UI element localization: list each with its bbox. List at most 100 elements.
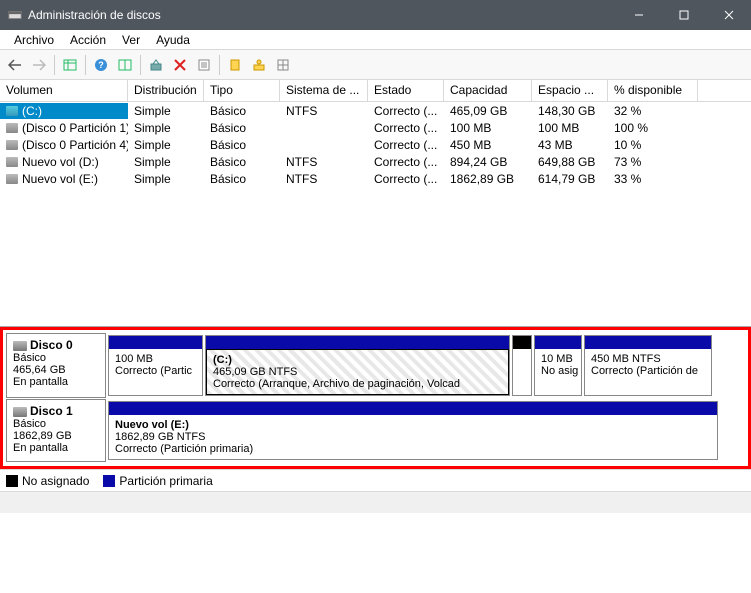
disk-icon [13,407,27,417]
partition-header [535,336,581,349]
cell-cap: 100 MB [444,120,532,136]
view-button[interactable] [59,54,81,76]
mount-button[interactable] [248,54,270,76]
back-button[interactable] [4,54,26,76]
statusbar [0,491,751,513]
col-layout[interactable]: Distribución [128,80,204,101]
cell-type: Básico [204,103,280,119]
cell-name: (Disco 0 Partición 4) [0,137,128,153]
col-pct[interactable]: % disponible [608,80,698,101]
legend: No asignado Partición primaria [0,469,751,491]
col-free[interactable]: Espacio ... [532,80,608,101]
volume-row[interactable]: (Disco 0 Partición 4)SimpleBásicoCorrect… [0,136,751,153]
close-button[interactable] [706,0,751,30]
cell-type: Básico [204,171,280,187]
cell-status: Correcto (... [368,171,444,187]
partition[interactable]: 450 MB NTFSCorrecto (Partición de [584,335,712,396]
partition[interactable]: Nuevo vol (E:)1862,89 GB NTFSCorrecto (P… [108,401,718,460]
refresh-button[interactable] [272,54,294,76]
minimize-button[interactable] [616,0,661,30]
menu-file[interactable]: Archivo [6,31,62,49]
partition-container: Nuevo vol (E:)1862,89 GB NTFSCorrecto (P… [106,399,745,462]
cell-pct: 33 % [608,171,698,187]
partition-header [206,336,509,349]
menu-action[interactable]: Acción [62,31,114,49]
volume-icon [6,106,18,116]
volume-row[interactable]: (C:)SimpleBásicoNTFSCorrecto (...465,09 … [0,102,751,119]
volume-icon [6,157,18,167]
cell-status: Correcto (... [368,120,444,136]
col-fs[interactable]: Sistema de ... [280,80,368,101]
partition[interactable] [512,335,532,396]
cell-name: Nuevo vol (E:) [0,171,128,187]
col-capacity[interactable]: Capacidad [444,80,532,101]
disk-label[interactable]: Disco 0Básico465,64 GBEn pantalla [6,333,106,398]
partition[interactable]: 100 MBCorrecto (Partic [108,335,203,396]
cell-fs: NTFS [280,103,368,119]
legend-unallocated: No asignado [6,474,89,488]
cell-fs [280,144,368,146]
partition-header [513,336,531,349]
cell-pct: 100 % [608,120,698,136]
toolbar: ? [0,50,751,80]
help-button[interactable]: ? [90,54,112,76]
cell-pct: 32 % [608,103,698,119]
col-type[interactable]: Tipo [204,80,280,101]
cell-free: 100 MB [532,120,608,136]
settings-button[interactable] [145,54,167,76]
cell-cap: 894,24 GB [444,154,532,170]
volume-icon [6,140,18,150]
cell-status: Correcto (... [368,103,444,119]
cell-layout: Simple [128,171,204,187]
partition-body [513,349,531,395]
volume-row[interactable]: Nuevo vol (E:)SimpleBásicoNTFSCorrecto (… [0,170,751,187]
col-status[interactable]: Estado [368,80,444,101]
partition-body: Nuevo vol (E:)1862,89 GB NTFSCorrecto (P… [109,415,717,459]
cell-fs: NTFS [280,171,368,187]
volume-list[interactable]: Volumen Distribución Tipo Sistema de ...… [0,80,751,327]
cell-free: 43 MB [532,137,608,153]
svg-text:?: ? [98,60,104,70]
cell-name: Nuevo vol (D:) [0,154,128,170]
partition-header [109,402,717,415]
disk-label[interactable]: Disco 1Básico1862,89 GBEn pantalla [6,399,106,462]
layout-button[interactable] [114,54,136,76]
partition-body: 10 MBNo asig [535,349,581,395]
partition-container: 100 MBCorrecto (Partic(C:)465,09 GB NTFS… [106,333,745,398]
cell-layout: Simple [128,103,204,119]
menu-help[interactable]: Ayuda [148,31,198,49]
delete-button[interactable] [169,54,191,76]
partition[interactable]: (C:)465,09 GB NTFSCorrecto (Arranque, Ar… [205,335,510,396]
cell-free: 649,88 GB [532,154,608,170]
partition-body: 100 MBCorrecto (Partic [109,349,202,395]
menu-view[interactable]: Ver [114,31,148,49]
cell-name: (C:) [0,103,128,119]
maximize-button[interactable] [661,0,706,30]
cell-cap: 465,09 GB [444,103,532,119]
partition[interactable]: 10 MBNo asig [534,335,582,396]
cell-layout: Simple [128,137,204,153]
cell-cap: 1862,89 GB [444,171,532,187]
cell-free: 148,30 GB [532,103,608,119]
disk-mgmt-icon [8,8,22,22]
volume-row[interactable]: (Disco 0 Partición 1)SimpleBásicoCorrect… [0,119,751,136]
cell-type: Básico [204,137,280,153]
cell-layout: Simple [128,154,204,170]
volume-list-header: Volumen Distribución Tipo Sistema de ...… [0,80,751,102]
partition-header [109,336,202,349]
partition-body: 450 MB NTFSCorrecto (Partición de [585,349,711,395]
volume-row[interactable]: Nuevo vol (D:)SimpleBásicoNTFSCorrecto (… [0,153,751,170]
disk-icon [13,341,27,351]
col-volume[interactable]: Volumen [0,80,128,101]
disk-row: Disco 0Básico465,64 GBEn pantalla100 MBC… [6,333,745,399]
volume-icon [6,123,18,133]
legend-primary: Partición primaria [103,474,212,488]
forward-button[interactable] [28,54,50,76]
cell-layout: Simple [128,120,204,136]
properties-button[interactable] [193,54,215,76]
cell-cap: 450 MB [444,137,532,153]
cell-pct: 10 % [608,137,698,153]
disk-graphical-view: Disco 0Básico465,64 GBEn pantalla100 MBC… [0,327,751,469]
new-button[interactable] [224,54,246,76]
disk-row: Disco 1Básico1862,89 GBEn pantallaNuevo … [6,399,745,463]
